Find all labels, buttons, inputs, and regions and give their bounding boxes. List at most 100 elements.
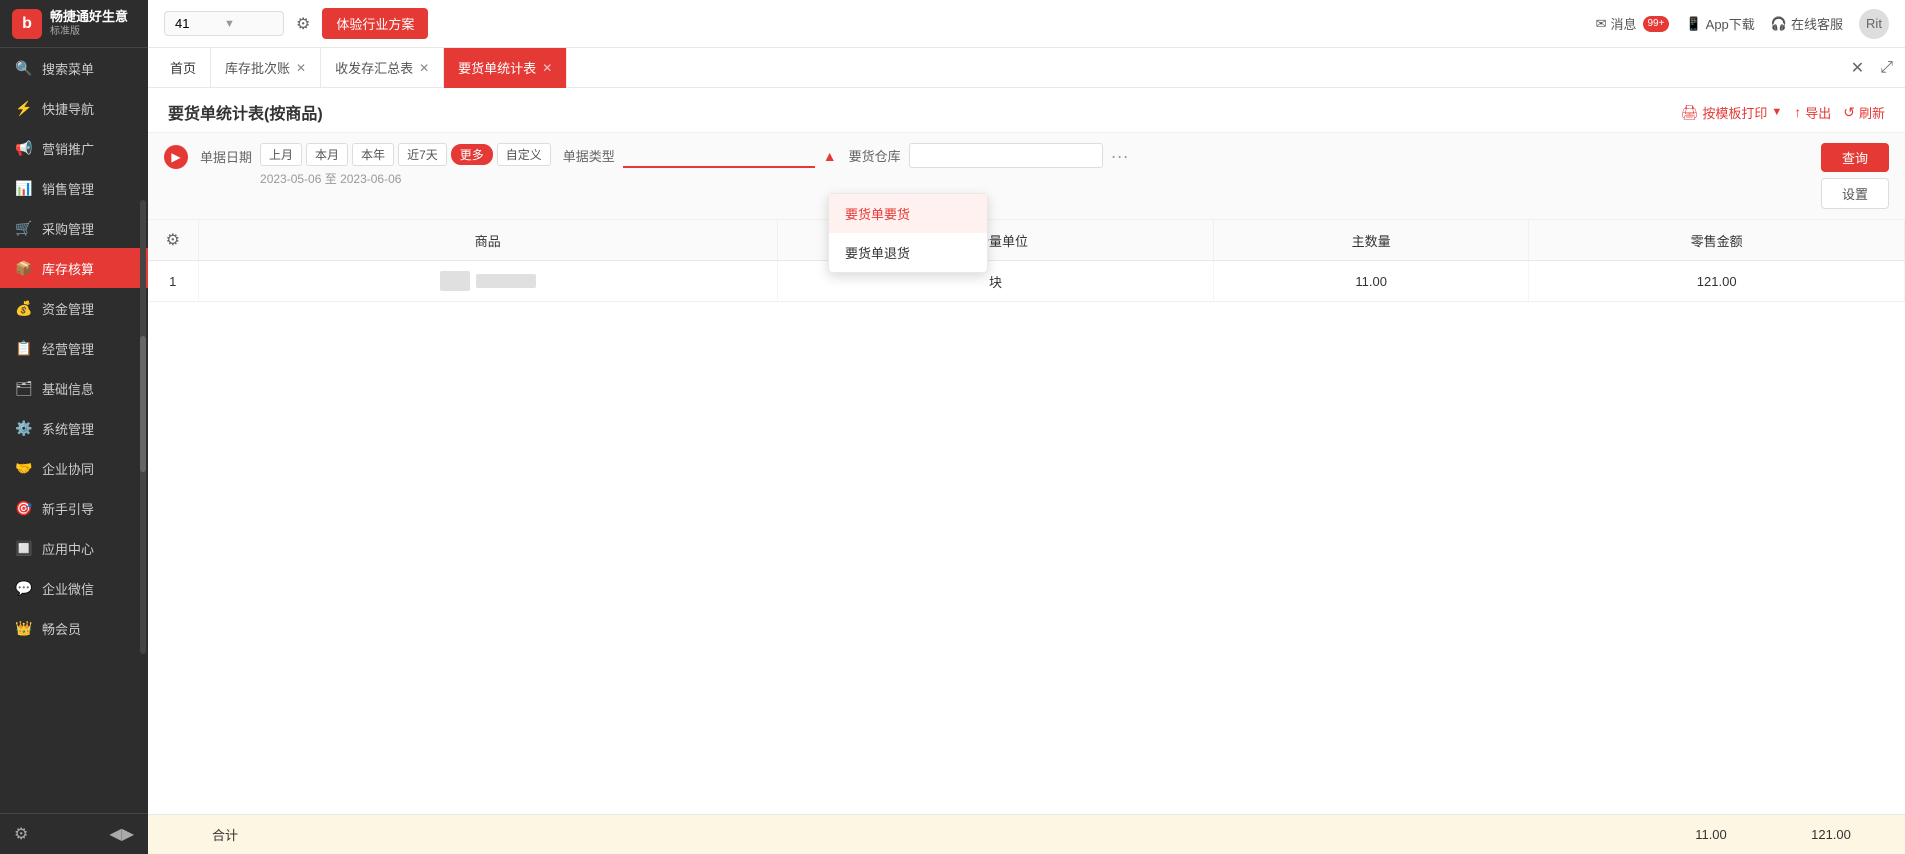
tab-inventory-batch[interactable]: 库存批次账 ✕ [211, 48, 321, 88]
print-button[interactable]: 🖨 按模板打印 ▼ [1681, 103, 1783, 122]
message-badge[interactable]: ✉ 消息 99+ [1596, 14, 1670, 33]
product-name-placeholder [476, 274, 536, 288]
sidebar-item-app-center[interactable]: 🔲 应用中心 [0, 528, 148, 568]
page-header: 要货单统计表(按商品) 🖨 按模板打印 ▼ ↑ 导出 ↺ 刷新 [148, 88, 1905, 133]
sidebar-item-search[interactable]: 🔍 搜索菜单 [0, 48, 148, 88]
content-area: 要货单统计表(按商品) 🖨 按模板打印 ▼ ↑ 导出 ↺ 刷新 [148, 88, 1905, 854]
tab-expand-icon[interactable]: ⤢ [1876, 55, 1897, 81]
print-icon: 🖨 [1681, 104, 1699, 121]
sidebar-item-purchase[interactable]: 🛒 采购管理 [0, 208, 148, 248]
week-btn[interactable]: 近7天 [398, 143, 447, 166]
filter-bar: ▶ 单据日期 上月 本月 本年 近7天 更多 自定义 2023-05-06 至 … [148, 133, 1905, 220]
finance-icon: 💰 [14, 298, 34, 318]
sidebar-item-quick-nav[interactable]: ⚡ 快捷导航 [0, 88, 148, 128]
prev-month-btn[interactable]: 上月 [260, 143, 302, 166]
filter-expand-button[interactable]: ▶ [164, 145, 188, 169]
sidebar-item-marketing[interactable]: 📢 营销推广 [0, 128, 148, 168]
print-arrow-icon: ▼ [1771, 106, 1782, 118]
sidebar-item-guide[interactable]: 🎯 新手引导 [0, 488, 148, 528]
topbar-left: 41 ▼ ⚙ 体验行业方案 [164, 8, 428, 39]
more-btn[interactable]: 更多 [451, 144, 493, 165]
tab-home[interactable]: 首页 [156, 48, 211, 88]
sidebar-item-basic[interactable]: 🗂 基础信息 [0, 368, 148, 408]
quick-nav-icon: ⚡ [14, 98, 34, 118]
sales-icon: 📊 [14, 178, 34, 198]
year-btn[interactable]: 本年 [352, 143, 394, 166]
tab-close-inventory-batch[interactable]: ✕ [296, 61, 306, 75]
refresh-button[interactable]: ↺ 刷新 [1843, 103, 1885, 122]
main-content: 41 ▼ ⚙ 体验行业方案 ✉ 消息 99+ 📱 App下载 🎧 在线客服 Ri… [148, 0, 1905, 854]
query-button[interactable]: 查询 [1821, 143, 1889, 172]
sidebar: b 畅捷通好生意 标准版 🔍 搜索菜单 ⚡ 快捷导航 📢 营销推广 📊 销售管理… [0, 0, 148, 854]
row-amount: 121.00 [1529, 261, 1905, 302]
phone-icon: 📱 [1685, 16, 1701, 32]
topbar-gear-icon[interactable]: ⚙ [296, 14, 310, 34]
inventory-icon: 📦 [14, 258, 34, 278]
type-dropdown-menu: 要货单要货 要货单退货 [828, 193, 988, 273]
sidebar-item-member[interactable]: 👑 畅会员 [0, 608, 148, 648]
trial-button[interactable]: 体验行业方案 [322, 8, 428, 39]
sidebar-item-finance[interactable]: 💰 资金管理 [0, 288, 148, 328]
footer-total-qty: 11.00 [1651, 827, 1771, 842]
branch-selector[interactable]: 41 ▼ [164, 11, 284, 36]
collapse-icon[interactable]: ◀▶ [109, 824, 134, 844]
guide-icon: 🎯 [14, 498, 34, 518]
warehouse-filter-section: 要货仓库 ··· [849, 143, 1129, 168]
sidebar-item-sales[interactable]: 📊 销售管理 [0, 168, 148, 208]
sidebar-item-enterprise[interactable]: 🤝 企业协同 [0, 448, 148, 488]
page-header-actions: 🖨 按模板打印 ▼ ↑ 导出 ↺ 刷新 [1681, 103, 1885, 122]
tab-close-dispatch-summary[interactable]: ✕ [419, 61, 429, 75]
search-icon: 🔍 [14, 58, 34, 78]
product-cell [213, 271, 764, 291]
user-avatar[interactable]: Rit [1859, 9, 1889, 39]
footer-total-label: 合计 [162, 825, 362, 844]
filter-actions: 查询 设置 [1821, 143, 1889, 209]
dropdown-item-order-goods[interactable]: 要货单要货 [829, 194, 987, 233]
date-quick-buttons: 上月 本月 本年 近7天 更多 自定义 [260, 143, 551, 166]
tab-dispatch-summary[interactable]: 收发存汇总表 ✕ [321, 48, 444, 88]
operations-icon: 📋 [14, 338, 34, 358]
more-filters-icon[interactable]: ··· [1111, 146, 1129, 167]
page-title: 要货单统计表(按商品) [168, 100, 323, 124]
row-qty: 11.00 [1213, 261, 1528, 302]
settings-icon[interactable]: ⚙ [14, 824, 28, 844]
settings-button[interactable]: 设置 [1821, 178, 1889, 209]
table-area: ⚙ 商品 主计量单位 主数量 零售金额 1 [148, 220, 1905, 814]
sidebar-nav: 🔍 搜索菜单 ⚡ 快捷导航 📢 营销推广 📊 销售管理 🛒 采购管理 📦 库存核… [0, 48, 148, 813]
product-image-placeholder [440, 271, 470, 291]
app-brand: 畅捷通好生意 标准版 [50, 9, 128, 39]
basic-icon: 🗂 [14, 378, 34, 398]
custom-btn[interactable]: 自定义 [497, 143, 551, 166]
tab-order-stats[interactable]: 要货单统计表 ✕ [444, 48, 567, 88]
table-row: 1 块 11.00 121.00 [148, 261, 1905, 302]
column-settings-icon[interactable]: ⚙ [166, 232, 180, 249]
sidebar-item-system[interactable]: ⚙️ 系统管理 [0, 408, 148, 448]
cur-month-btn[interactable]: 本月 [306, 143, 348, 166]
row-product [198, 261, 778, 302]
row-no: 1 [148, 261, 198, 302]
table-body: 1 块 11.00 121.00 [148, 261, 1905, 302]
warehouse-filter-input[interactable] [909, 143, 1103, 168]
type-filter-input[interactable] [623, 143, 815, 168]
sidebar-item-wechat[interactable]: 💬 企业微信 [0, 568, 148, 608]
export-icon: ↑ [1794, 104, 1801, 120]
tab-close-order-stats[interactable]: ✕ [542, 61, 552, 75]
sidebar-item-inventory[interactable]: 📦 库存核算 [0, 248, 148, 288]
tabbar: 首页 库存批次账 ✕ 收发存汇总表 ✕ 要货单统计表 ✕ ✕ ⤢ [148, 48, 1905, 88]
sidebar-bottom: ⚙ ◀▶ [0, 813, 148, 854]
app-download-link[interactable]: 📱 App下载 [1685, 14, 1754, 33]
sidebar-scrollbar[interactable] [140, 200, 146, 654]
online-service-link[interactable]: 🎧 在线客服 [1771, 14, 1843, 33]
app-center-icon: 🔲 [14, 538, 34, 558]
dropdown-item-order-return[interactable]: 要货单退货 [829, 233, 987, 272]
export-button[interactable]: ↑ 导出 [1794, 103, 1831, 122]
date-filter-options: 上月 本月 本年 近7天 更多 自定义 2023-05-06 至 2023-06… [260, 143, 551, 187]
type-filter-section: 单据类型 ▲ [563, 143, 837, 168]
member-icon: 👑 [14, 618, 34, 638]
refresh-icon: ↺ [1843, 104, 1855, 121]
tab-close-all-icon[interactable]: ✕ [1847, 54, 1868, 82]
type-filter-arrow-icon[interactable]: ▲ [823, 148, 837, 164]
sidebar-logo: b 畅捷通好生意 标准版 [0, 0, 148, 48]
message-icon: ✉ [1596, 16, 1607, 32]
sidebar-item-operations[interactable]: 📋 经营管理 [0, 328, 148, 368]
